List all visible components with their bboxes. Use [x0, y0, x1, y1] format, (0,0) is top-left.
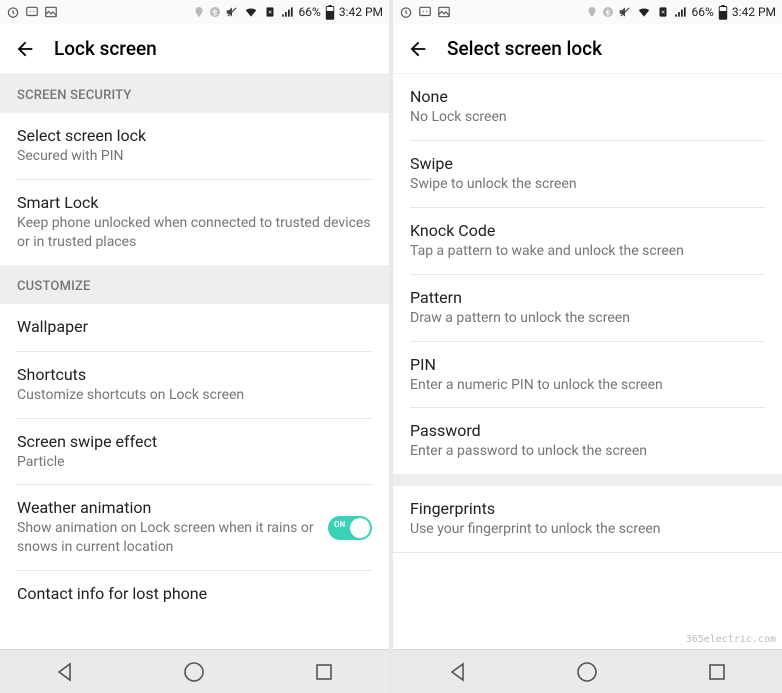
- svg-text:✕: ✕: [660, 10, 664, 16]
- item-screen-swipe-effect[interactable]: Screen swipe effect Particle: [0, 419, 389, 485]
- item-sub: Use your fingerprint to unlock the scree…: [410, 520, 765, 539]
- signal-icon: [674, 5, 688, 19]
- option-pin[interactable]: PIN Enter a numeric PIN to unlock the sc…: [393, 342, 782, 408]
- item-title: Smart Lock: [17, 193, 372, 212]
- section-header-security: SCREEN SECURITY: [0, 74, 389, 113]
- section-gap: [393, 474, 782, 486]
- item-select-screen-lock[interactable]: Select screen lock Secured with PIN: [0, 113, 389, 179]
- item-sub: No Lock screen: [410, 108, 765, 127]
- data-icon: ✕: [263, 5, 277, 19]
- mute-icon: [225, 5, 239, 19]
- timer-icon: [6, 5, 20, 19]
- item-sub: Keep phone unlocked when connected to tr…: [17, 214, 372, 252]
- data-icon: ✕: [656, 5, 670, 19]
- option-fingerprints[interactable]: Fingerprints Use your fingerprint to unl…: [393, 486, 782, 552]
- bluetooth-icon: [602, 5, 614, 19]
- item-shortcuts[interactable]: Shortcuts Customize shortcuts on Lock sc…: [0, 352, 389, 418]
- battery-icon: [718, 5, 728, 20]
- location-icon: [193, 5, 205, 19]
- timer-icon: [399, 5, 413, 19]
- weather-toggle[interactable]: ON: [328, 516, 372, 540]
- nav-back-button[interactable]: [53, 660, 77, 684]
- item-title: Pattern: [410, 288, 765, 307]
- page-title: Lock screen: [54, 37, 157, 60]
- phone-right: ✕ 66% 3:42 PM Select screen lock None No…: [393, 0, 782, 693]
- item-title: Contact info for lost phone: [17, 584, 372, 603]
- image-icon: [44, 5, 58, 19]
- clock-time: 3:42 PM: [339, 5, 383, 19]
- nav-bar: [0, 649, 389, 693]
- option-none[interactable]: None No Lock screen: [393, 74, 782, 140]
- message-icon: [418, 5, 432, 19]
- phone-left: ✕ 66% 3:42 PM Lock screen SCREEN SECURIT…: [0, 0, 389, 693]
- item-sub: Secured with PIN: [17, 147, 372, 166]
- nav-home-button[interactable]: [575, 660, 599, 684]
- signal-icon: [281, 5, 295, 19]
- option-swipe[interactable]: Swipe Swipe to unlock the screen: [393, 141, 782, 207]
- wifi-icon: [243, 5, 259, 19]
- status-bar: ✕ 66% 3:42 PM: [393, 0, 782, 24]
- item-sub: Draw a pattern to unlock the screen: [410, 309, 765, 328]
- item-sub: Customize shortcuts on Lock screen: [17, 386, 372, 405]
- item-sub: Show animation on Lock screen when it ra…: [17, 519, 328, 557]
- svg-text:✕: ✕: [267, 10, 271, 16]
- item-title: Screen swipe effect: [17, 432, 372, 451]
- item-title: Fingerprints: [410, 499, 765, 518]
- settings-list: SCREEN SECURITY Select screen lock Secur…: [0, 74, 389, 649]
- lock-options-list: None No Lock screen Swipe Swipe to unloc…: [393, 74, 782, 649]
- item-smart-lock[interactable]: Smart Lock Keep phone unlocked when conn…: [0, 180, 389, 265]
- watermark: 365electric.com: [686, 634, 776, 645]
- item-title: Knock Code: [410, 221, 765, 240]
- item-contact-info[interactable]: Contact info for lost phone: [0, 571, 389, 618]
- item-sub: Enter a numeric PIN to unlock the screen: [410, 376, 765, 395]
- divider: [393, 552, 782, 553]
- page-title: Select screen lock: [447, 37, 602, 60]
- location-icon: [586, 5, 598, 19]
- item-title: PIN: [410, 355, 765, 374]
- item-weather-animation[interactable]: Weather animation Show animation on Lock…: [0, 485, 389, 570]
- battery-icon: [325, 5, 335, 20]
- item-title: Weather animation: [17, 498, 328, 517]
- item-wallpaper[interactable]: Wallpaper: [0, 304, 389, 351]
- back-button[interactable]: [14, 38, 36, 60]
- header: Select screen lock: [393, 24, 782, 74]
- battery-percent: 66%: [692, 5, 714, 19]
- item-title: None: [410, 87, 765, 106]
- option-knock-code[interactable]: Knock Code Tap a pattern to wake and unl…: [393, 208, 782, 274]
- toggle-label: ON: [334, 520, 345, 529]
- item-title: Password: [410, 421, 765, 440]
- message-icon: [25, 5, 39, 19]
- item-title: Swipe: [410, 154, 765, 173]
- battery-percent: 66%: [299, 5, 321, 19]
- nav-back-button[interactable]: [446, 660, 470, 684]
- item-sub: Enter a password to unlock the screen: [410, 442, 765, 461]
- clock-time: 3:42 PM: [732, 5, 776, 19]
- bluetooth-icon: [209, 5, 221, 19]
- item-sub: Tap a pattern to wake and unlock the scr…: [410, 242, 765, 261]
- wifi-icon: [636, 5, 652, 19]
- header: Lock screen: [0, 24, 389, 74]
- back-button[interactable]: [407, 38, 429, 60]
- item-sub: Swipe to unlock the screen: [410, 175, 765, 194]
- nav-recent-button[interactable]: [705, 660, 729, 684]
- nav-bar: [393, 649, 782, 693]
- status-bar: ✕ 66% 3:42 PM: [0, 0, 389, 24]
- nav-home-button[interactable]: [182, 660, 206, 684]
- section-header-customize: CUSTOMIZE: [0, 265, 389, 304]
- image-icon: [437, 5, 451, 19]
- mute-icon: [618, 5, 632, 19]
- item-title: Wallpaper: [17, 317, 372, 336]
- nav-recent-button[interactable]: [312, 660, 336, 684]
- item-title: Select screen lock: [17, 126, 372, 145]
- item-sub: Particle: [17, 453, 372, 472]
- option-password[interactable]: Password Enter a password to unlock the …: [393, 408, 782, 474]
- item-title: Shortcuts: [17, 365, 372, 384]
- option-pattern[interactable]: Pattern Draw a pattern to unlock the scr…: [393, 275, 782, 341]
